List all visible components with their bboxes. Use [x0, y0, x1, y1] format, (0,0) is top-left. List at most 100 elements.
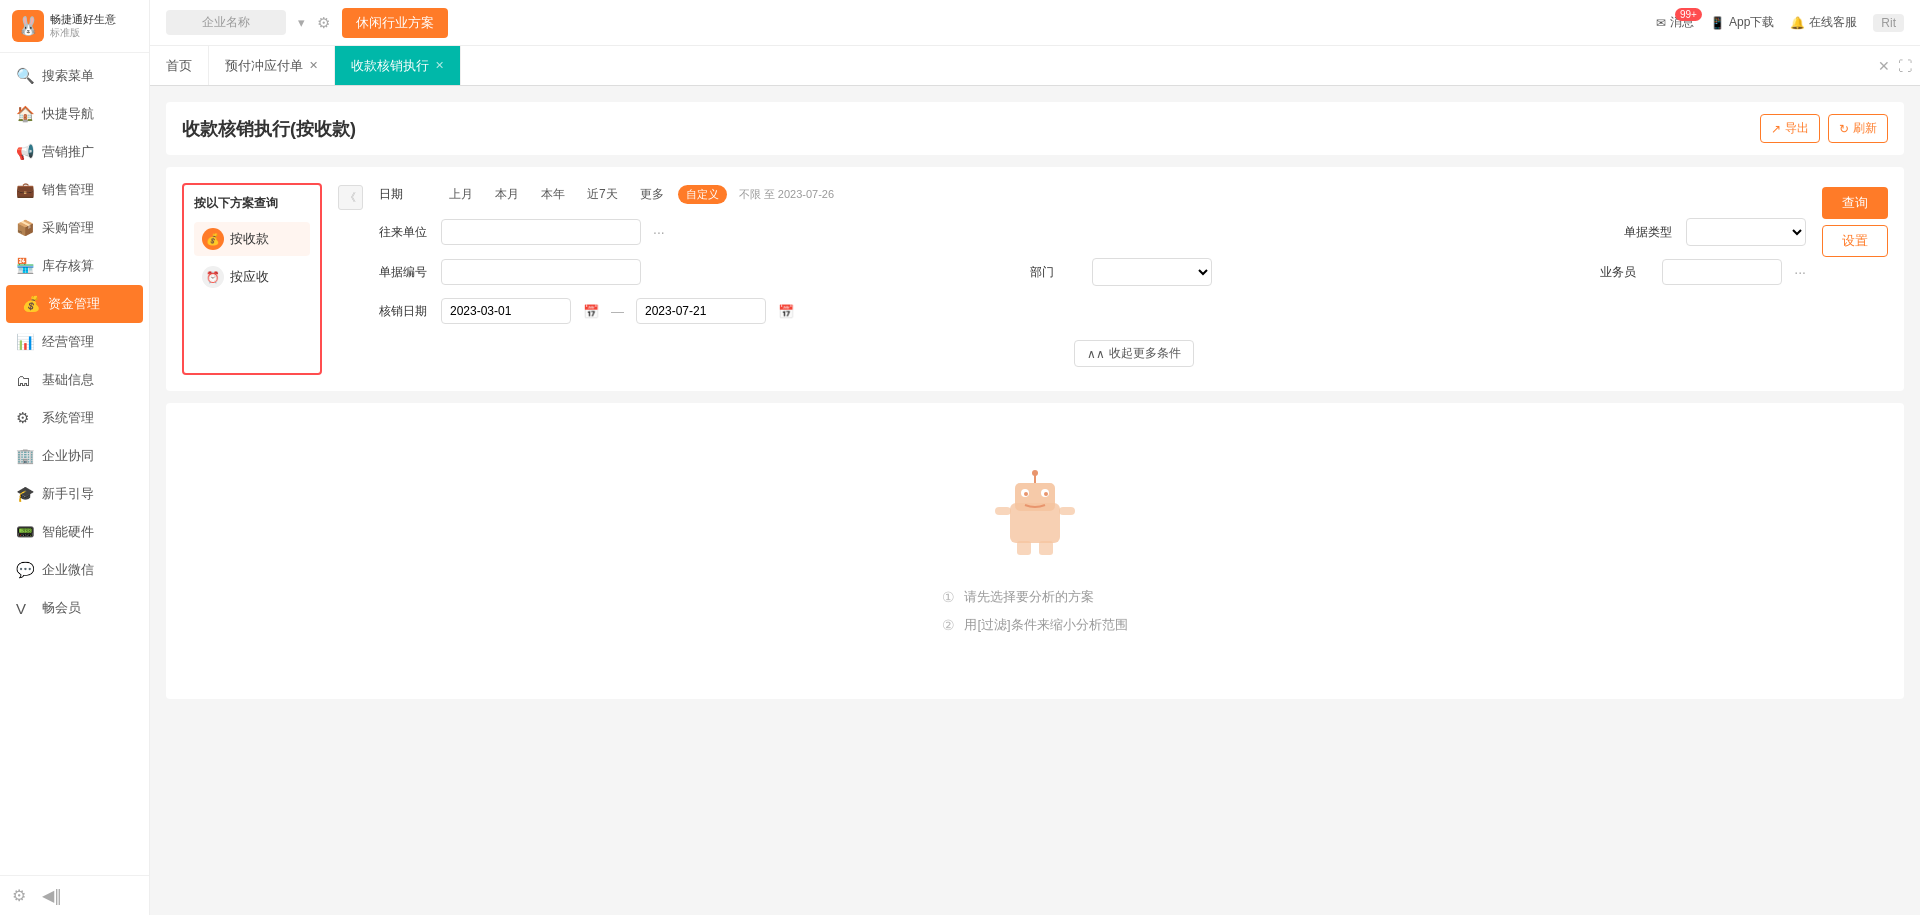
- billno-dept-row: 单据编号 部门 业务员 ···: [379, 258, 1806, 286]
- verify-start-input[interactable]: [441, 298, 571, 324]
- tab-home[interactable]: 首页: [150, 46, 209, 85]
- nav-icon: 📊: [16, 333, 34, 351]
- empty-state: ① 请先选择要分析的方案 ② 用[过滤]条件来缩小分析范围: [166, 403, 1904, 699]
- partner-input[interactable]: [441, 219, 641, 245]
- filter-sidebar: 按以下方案查询 💰 按收款 ⏰ 按应收: [182, 183, 322, 375]
- verify-end-input[interactable]: [636, 298, 766, 324]
- sidebar-bottom: ⚙ ◀‖: [0, 875, 149, 915]
- filter-actions: 查询 设置: [1822, 187, 1888, 257]
- receivable-icon: ⏰: [202, 266, 224, 288]
- sidebar: 🐰 畅捷通好生意 标准版 🔍搜索菜单🏠快捷导航📢营销推广💼销售管理📦采购管理🏪库…: [0, 0, 150, 915]
- tab-receipt-verify[interactable]: 收款核销执行 ✕: [335, 46, 461, 85]
- nav-icon: 💬: [16, 561, 34, 579]
- logo-icon: 🐰: [12, 10, 44, 42]
- solution-button[interactable]: 休闲行业方案: [342, 8, 448, 38]
- verify-end-calendar-icon[interactable]: 📅: [778, 304, 794, 319]
- date-last-7-days[interactable]: 近7天: [579, 183, 626, 206]
- sidebar-item-智能硬件[interactable]: 📟智能硬件: [0, 513, 149, 551]
- logo-sub: 标准版: [50, 26, 116, 40]
- tab-receipt-close[interactable]: ✕: [435, 59, 444, 72]
- filter-by-receipt[interactable]: 💰 按收款: [194, 222, 310, 256]
- date-this-month[interactable]: 本月: [487, 183, 527, 206]
- employee-input[interactable]: [1662, 259, 1782, 285]
- app-download-button[interactable]: 📱 App下载: [1710, 14, 1774, 31]
- sidebar-item-企业微信[interactable]: 💬企业微信: [0, 551, 149, 589]
- sidebar-item-搜索菜单[interactable]: 🔍搜索菜单: [0, 57, 149, 95]
- svg-rect-9: [1059, 507, 1075, 515]
- dept-label: 部门: [1030, 264, 1080, 281]
- tab-prepay[interactable]: 预付冲应付单 ✕: [209, 46, 335, 85]
- sidebar-item-经营管理[interactable]: 📊经营管理: [0, 323, 149, 361]
- query-button[interactable]: 查询: [1822, 187, 1888, 219]
- sidebar-item-基础信息[interactable]: 🗂基础信息: [0, 361, 149, 399]
- gear-icon[interactable]: ⚙: [317, 14, 330, 32]
- bill-no-input[interactable]: [441, 259, 641, 285]
- user-avatar[interactable]: Rit: [1873, 14, 1904, 32]
- logo-area: 🐰 畅捷通好生意 标准版: [0, 0, 149, 53]
- nav-icon: 🗂: [16, 372, 34, 389]
- sidebar-item-营销推广[interactable]: 📢营销推广: [0, 133, 149, 171]
- collapse-more-button[interactable]: ∧∧ 收起更多条件: [1074, 340, 1194, 367]
- online-service-button[interactable]: 🔔 在线客服: [1790, 14, 1857, 31]
- date-more[interactable]: 更多: [632, 183, 672, 206]
- brand-dropdown-arrow[interactable]: ▾: [298, 15, 305, 30]
- sidebar-item-采购管理[interactable]: 📦采购管理: [0, 209, 149, 247]
- dept-select[interactable]: [1092, 258, 1212, 286]
- nav-icon: 📦: [16, 219, 34, 237]
- bill-type-select[interactable]: [1686, 218, 1806, 246]
- service-icon: 🔔: [1790, 16, 1805, 30]
- brand-selector[interactable]: 企业名称: [166, 10, 286, 35]
- employee-more-icon[interactable]: ···: [1794, 264, 1806, 280]
- message-button[interactable]: ✉ 消息 99+: [1656, 14, 1694, 31]
- date-last-month[interactable]: 上月: [441, 183, 481, 206]
- verify-date-row: 核销日期 📅 — 📅: [379, 298, 1806, 324]
- partner-billtype-row: 往来单位 ··· 单据类型: [379, 218, 1806, 246]
- page-title: 收款核销执行(按收款): [182, 117, 356, 141]
- sidebar-item-畅会员[interactable]: V畅会员: [0, 589, 149, 627]
- sidebar-item-快捷导航[interactable]: 🏠快捷导航: [0, 95, 149, 133]
- partner-more-icon[interactable]: ···: [653, 224, 665, 240]
- svg-rect-8: [995, 507, 1011, 515]
- phone-icon: 📱: [1710, 16, 1725, 30]
- tab-maximize[interactable]: ⛶: [1898, 58, 1912, 74]
- collapse-icon[interactable]: ◀‖: [42, 886, 62, 905]
- topbar: 企业名称 ▾ ⚙ 休闲行业方案 ✉ 消息 99+ 📱 App下载 🔔 在线客服 …: [150, 0, 1920, 46]
- svg-rect-7: [1039, 541, 1053, 555]
- tab-close-all[interactable]: ✕: [1878, 58, 1890, 74]
- message-icon: ✉: [1656, 16, 1666, 30]
- refresh-button[interactable]: ↻ 刷新: [1828, 114, 1888, 143]
- svg-point-11: [1032, 470, 1038, 476]
- settings-icon[interactable]: ⚙: [12, 886, 26, 905]
- bill-no-label: 单据编号: [379, 264, 429, 281]
- date-custom-tag[interactable]: 自定义: [678, 185, 727, 204]
- verify-start-calendar-icon[interactable]: 📅: [583, 304, 599, 319]
- main-area: 企业名称 ▾ ⚙ 休闲行业方案 ✉ 消息 99+ 📱 App下载 🔔 在线客服 …: [150, 0, 1920, 915]
- tab-prepay-close[interactable]: ✕: [309, 59, 318, 72]
- nav-icon: 🏠: [16, 105, 34, 123]
- content-area: 收款核销执行(按收款) ↗ 导出 ↻ 刷新 按以下方案查询 💰 按收款: [150, 86, 1920, 915]
- sidebar-item-销售管理[interactable]: 💼销售管理: [0, 171, 149, 209]
- sidebar-item-系统管理[interactable]: ⚙系统管理: [0, 399, 149, 437]
- sidebar-item-资金管理[interactable]: 💰资金管理: [6, 285, 143, 323]
- filter-sidebar-title: 按以下方案查询: [194, 195, 310, 212]
- setting-button[interactable]: 设置: [1822, 225, 1888, 257]
- logo-text: 畅捷通好生意: [50, 12, 116, 26]
- employee-label: 业务员: [1600, 264, 1650, 281]
- filter-form: 日期 上月 本月 本年 近7天 更多 自定义 不限 至 2023-07-26: [379, 183, 1888, 375]
- nav-icon: 📢: [16, 143, 34, 161]
- nav-icon: 🔍: [16, 67, 34, 85]
- svg-rect-6: [1017, 541, 1031, 555]
- sidebar-item-企业协同[interactable]: 🏢企业协同: [0, 437, 149, 475]
- filter-by-receivable[interactable]: ⏰ 按应收: [194, 260, 310, 294]
- nav-icon: 📟: [16, 523, 34, 541]
- sidebar-item-库存核算[interactable]: 🏪库存核算: [0, 247, 149, 285]
- date-this-year[interactable]: 本年: [533, 183, 573, 206]
- bill-type-label: 单据类型: [1624, 224, 1674, 241]
- export-button[interactable]: ↗ 导出: [1760, 114, 1820, 143]
- nav-icon: 🏢: [16, 447, 34, 465]
- collapse-more-row: ∧∧ 收起更多条件: [379, 340, 1888, 367]
- filter-collapse-button[interactable]: 《: [338, 185, 363, 210]
- sidebar-item-新手引导[interactable]: 🎓新手引导: [0, 475, 149, 513]
- tabbar: 首页 预付冲应付单 ✕ 收款核销执行 ✕ ✕ ⛶: [150, 46, 1920, 86]
- filter-panel: 按以下方案查询 💰 按收款 ⏰ 按应收 《 日期: [166, 167, 1904, 391]
